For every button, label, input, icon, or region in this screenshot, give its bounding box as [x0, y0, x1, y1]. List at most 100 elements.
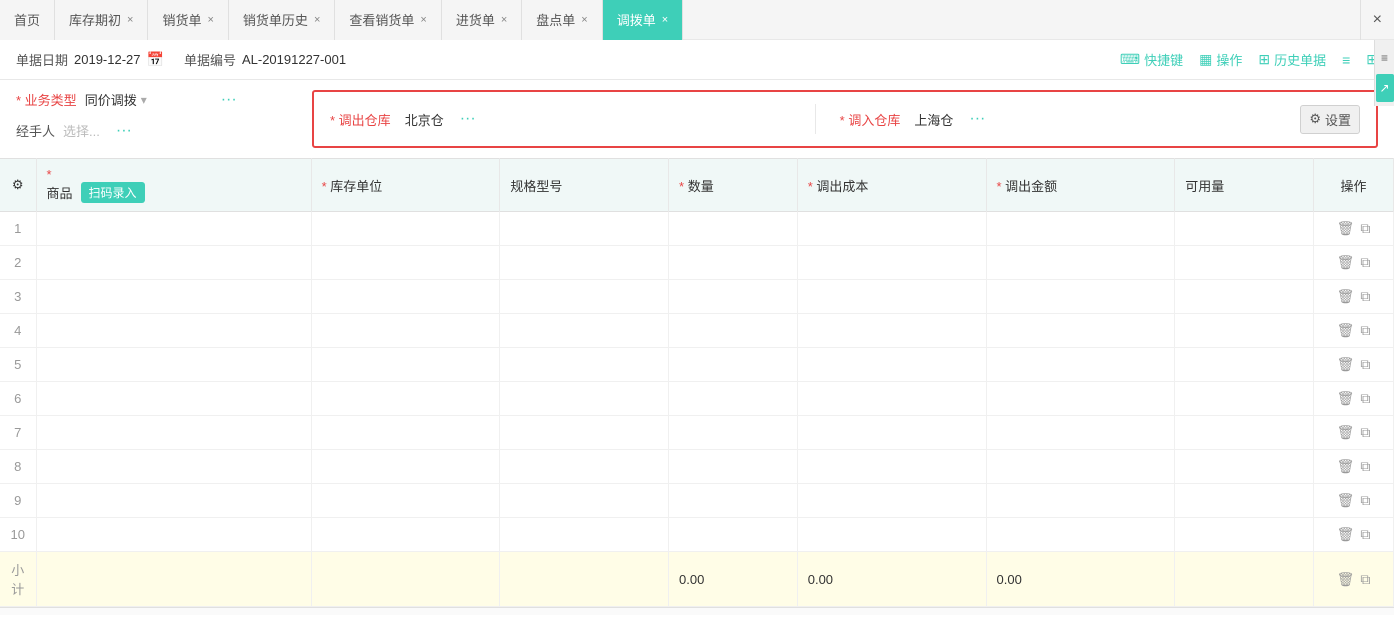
cell-spec[interactable]	[500, 246, 669, 280]
cell-unit[interactable]	[311, 348, 500, 382]
delete-row-icon[interactable]: 🗑	[1337, 356, 1355, 373]
right-panel-export-btn[interactable]: ↗	[1376, 74, 1394, 102]
cell-product[interactable]	[36, 246, 311, 280]
cell-qty[interactable]	[669, 246, 798, 280]
delete-row-icon[interactable]: 🗑	[1337, 458, 1355, 475]
cell-product[interactable]	[36, 314, 311, 348]
tab-inventory-init-close[interactable]: ×	[127, 14, 133, 26]
copy-row-icon[interactable]: ⧉	[1360, 288, 1370, 305]
cell-amount[interactable]	[986, 484, 1175, 518]
cell-qty[interactable]	[669, 416, 798, 450]
cell-amount[interactable]	[986, 416, 1175, 450]
copy-row-icon[interactable]: ⧉	[1360, 220, 1370, 237]
col-gear[interactable]: ⚙	[0, 159, 36, 212]
cell-cost[interactable]	[797, 314, 986, 348]
cell-amount[interactable]	[986, 212, 1175, 246]
copy-row-icon[interactable]: ⧉	[1360, 526, 1370, 543]
list-view-button[interactable]: ≡	[1342, 52, 1350, 68]
copy-row-icon[interactable]: ⧉	[1360, 390, 1370, 407]
delete-row-icon[interactable]: 🗑	[1337, 288, 1355, 305]
delete-row-icon[interactable]: 🗑	[1337, 390, 1355, 407]
cell-cost[interactable]	[797, 484, 986, 518]
cell-unit[interactable]	[311, 518, 500, 552]
calendar-icon[interactable]: 📅	[147, 51, 164, 68]
delete-row-icon[interactable]: 🗑	[1337, 322, 1355, 339]
cell-spec[interactable]	[500, 314, 669, 348]
copy-row-icon[interactable]: ⧉	[1360, 458, 1370, 475]
cell-qty[interactable]	[669, 382, 798, 416]
cell-product[interactable]	[36, 348, 311, 382]
cell-product[interactable]	[36, 212, 311, 246]
cell-spec[interactable]	[500, 382, 669, 416]
bottom-scrollbar[interactable]	[0, 607, 1394, 615]
cell-cost[interactable]	[797, 450, 986, 484]
cell-spec[interactable]	[500, 518, 669, 552]
settings-button[interactable]: ⚙ 设置	[1300, 105, 1360, 134]
cell-unit[interactable]	[311, 314, 500, 348]
cell-qty[interactable]	[669, 484, 798, 518]
tab-sales-history-close[interactable]: ×	[314, 14, 320, 26]
cell-cost[interactable]	[797, 212, 986, 246]
cell-product[interactable]	[36, 382, 311, 416]
tab-view-sales-close[interactable]: ×	[420, 14, 426, 26]
business-type-select[interactable]: 同价调拨 ▾	[85, 90, 205, 109]
cell-spec[interactable]	[500, 212, 669, 246]
delete-row-icon[interactable]: 🗑	[1337, 526, 1355, 543]
copy-icon[interactable]: ⧉	[1360, 571, 1370, 588]
tab-inventory-init[interactable]: 库存期初 ×	[55, 0, 148, 40]
tab-view-sales[interactable]: 查看销货单 ×	[335, 0, 441, 40]
scan-button[interactable]: 扫码录入	[81, 182, 145, 203]
cell-qty[interactable]	[669, 348, 798, 382]
handler-more[interactable]: ···	[116, 122, 132, 140]
delete-row-icon[interactable]: 🗑	[1337, 424, 1355, 441]
cell-cost[interactable]	[797, 518, 986, 552]
cell-product[interactable]	[36, 484, 311, 518]
cell-unit[interactable]	[311, 212, 500, 246]
cell-amount[interactable]	[986, 382, 1175, 416]
tab-transfer[interactable]: 调拨单 ×	[603, 0, 683, 40]
copy-row-icon[interactable]: ⧉	[1360, 322, 1370, 339]
cell-product[interactable]	[36, 450, 311, 484]
cell-qty[interactable]	[669, 518, 798, 552]
copy-row-icon[interactable]: ⧉	[1360, 254, 1370, 271]
tab-purchase-order[interactable]: 进货单 ×	[442, 0, 522, 40]
warehouse-out-more[interactable]: ···	[460, 110, 476, 128]
cell-unit[interactable]	[311, 280, 500, 314]
cell-spec[interactable]	[500, 450, 669, 484]
delete-icon[interactable]: 🗑	[1337, 571, 1355, 588]
cell-unit[interactable]	[311, 382, 500, 416]
cell-spec[interactable]	[500, 416, 669, 450]
copy-row-icon[interactable]: ⧉	[1360, 356, 1370, 373]
cell-qty[interactable]	[669, 314, 798, 348]
cell-spec[interactable]	[500, 484, 669, 518]
cell-product[interactable]	[36, 518, 311, 552]
handler-select[interactable]: 选择...	[63, 121, 100, 140]
cell-amount[interactable]	[986, 246, 1175, 280]
cell-amount[interactable]	[986, 314, 1175, 348]
tab-sales-history[interactable]: 销货单历史 ×	[229, 0, 335, 40]
tab-home[interactable]: 首页	[0, 0, 55, 40]
cell-spec[interactable]	[500, 348, 669, 382]
cell-amount[interactable]	[986, 348, 1175, 382]
tab-sales-order-close[interactable]: ×	[207, 14, 213, 26]
cell-cost[interactable]	[797, 246, 986, 280]
cell-qty[interactable]	[669, 450, 798, 484]
cell-unit[interactable]	[311, 246, 500, 280]
delete-row-icon[interactable]: 🗑	[1337, 220, 1355, 237]
history-button[interactable]: ⊞ 历史单据	[1258, 50, 1326, 69]
shortcuts-button[interactable]: ⌨ 快捷键	[1120, 50, 1183, 69]
cell-qty[interactable]	[669, 212, 798, 246]
cell-qty[interactable]	[669, 280, 798, 314]
copy-row-icon[interactable]: ⧉	[1360, 492, 1370, 509]
delete-row-icon[interactable]: 🗑	[1337, 254, 1355, 271]
business-type-more[interactable]: ···	[221, 91, 237, 109]
operations-button[interactable]: ▦ 操作	[1199, 50, 1242, 69]
tab-transfer-close[interactable]: ×	[662, 14, 668, 26]
cell-unit[interactable]	[311, 450, 500, 484]
warehouse-in-more[interactable]: ···	[969, 110, 985, 128]
cell-product[interactable]	[36, 416, 311, 450]
tab-sales-order[interactable]: 销货单 ×	[148, 0, 228, 40]
cell-unit[interactable]	[311, 416, 500, 450]
cell-cost[interactable]	[797, 382, 986, 416]
cell-amount[interactable]	[986, 280, 1175, 314]
